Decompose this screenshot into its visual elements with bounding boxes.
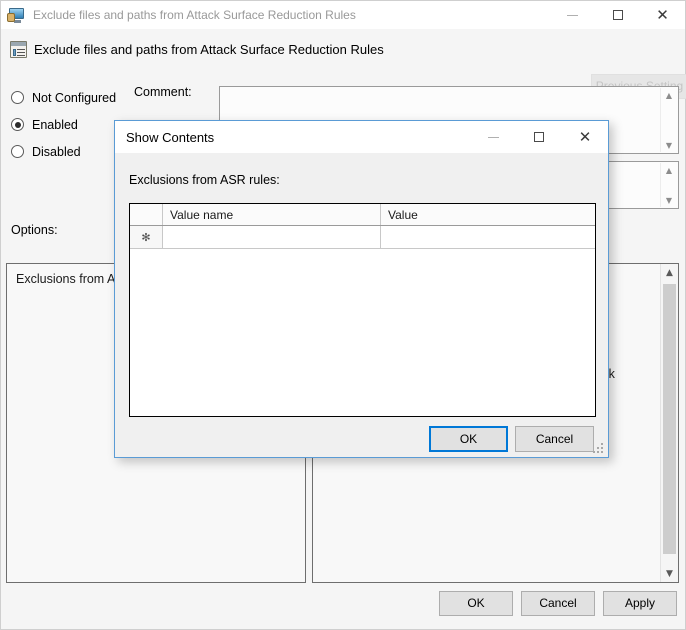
options-label: Options: — [11, 223, 58, 237]
help-scrollbar-thumb[interactable] — [663, 284, 676, 554]
setting-title: Exclude files and paths from Attack Surf… — [34, 42, 384, 57]
radio-disabled-icon — [11, 145, 24, 158]
resize-grip-icon[interactable] — [593, 443, 605, 455]
supported-on-scrollbar[interactable]: ▲ ▼ — [660, 163, 677, 207]
grid-header-value-name: Value name — [163, 204, 381, 225]
chevron-down-icon[interactable]: ▼ — [661, 138, 677, 152]
window-controls: ✕ — [550, 1, 685, 29]
dialog-footer: OK Cancel Apply — [1, 581, 685, 629]
dialog-field-label: Exclusions from ASR rules: — [129, 173, 280, 187]
grid-header-row: Value name Value — [130, 204, 595, 226]
radio-enabled-label: Enabled — [32, 117, 78, 132]
radio-not-configured-label: Not Configured — [32, 90, 117, 105]
maximize-icon — [534, 132, 544, 142]
ok-button[interactable]: OK — [439, 591, 513, 616]
values-grid[interactable]: Value name Value ✻ — [129, 203, 596, 417]
radio-not-configured[interactable]: Not Configured — [11, 85, 141, 110]
comment-scrollbar[interactable]: ▲ ▼ — [660, 88, 677, 152]
close-icon: ✕ — [656, 5, 669, 24]
apply-button[interactable]: Apply — [603, 591, 677, 616]
chevron-up-icon[interactable]: ▲ — [661, 264, 678, 281]
minimize-icon — [487, 136, 499, 138]
window-title: Exclude files and paths from Attack Surf… — [33, 8, 356, 22]
radio-not-configured-icon — [11, 91, 24, 104]
minimize-button[interactable] — [550, 1, 595, 29]
grid-header-selector — [130, 204, 163, 225]
dialog-cancel-button[interactable]: Cancel — [515, 426, 594, 452]
chevron-down-icon[interactable]: ▼ — [661, 565, 678, 582]
radio-disabled-label: Disabled — [32, 144, 81, 159]
grid-header-value: Value — [381, 204, 595, 225]
show-contents-dialog: Show Contents ✕ Exclusions from ASR rule… — [114, 120, 609, 458]
new-row-marker-icon: ✻ — [130, 226, 163, 248]
maximize-icon — [612, 10, 623, 20]
window-titlebar: Exclude files and paths from Attack Surf… — [1, 1, 685, 29]
close-icon: ✕ — [578, 127, 592, 146]
chevron-up-icon[interactable]: ▲ — [661, 163, 677, 177]
table-row[interactable]: ✻ — [130, 226, 595, 249]
dialog-titlebar: Show Contents ✕ — [115, 121, 608, 153]
cancel-button[interactable]: Cancel — [521, 591, 595, 616]
cell-value-name[interactable] — [163, 226, 381, 248]
dialog-window-controls: ✕ — [470, 121, 608, 153]
help-scrollbar[interactable]: ▲ ▼ — [660, 264, 678, 582]
comment-label: Comment: — [134, 85, 192, 99]
close-button[interactable]: ✕ — [640, 1, 685, 29]
dialog-close-button[interactable]: ✕ — [562, 121, 608, 153]
chevron-up-icon[interactable]: ▲ — [661, 88, 677, 102]
setting-header: Exclude files and paths from Attack Surf… — [1, 33, 686, 99]
dialog-minimize-button[interactable] — [470, 121, 516, 153]
dialog-ok-button[interactable]: OK — [429, 426, 508, 452]
cell-value[interactable] — [381, 226, 595, 248]
chevron-down-icon[interactable]: ▼ — [661, 193, 677, 207]
minimize-icon — [567, 14, 578, 16]
policy-monitor-icon — [7, 6, 26, 24]
policy-setting-icon — [10, 41, 27, 58]
dialog-title: Show Contents — [126, 129, 215, 145]
radio-enabled-icon — [11, 118, 24, 131]
dialog-maximize-button[interactable] — [516, 121, 562, 153]
maximize-button[interactable] — [595, 1, 640, 29]
